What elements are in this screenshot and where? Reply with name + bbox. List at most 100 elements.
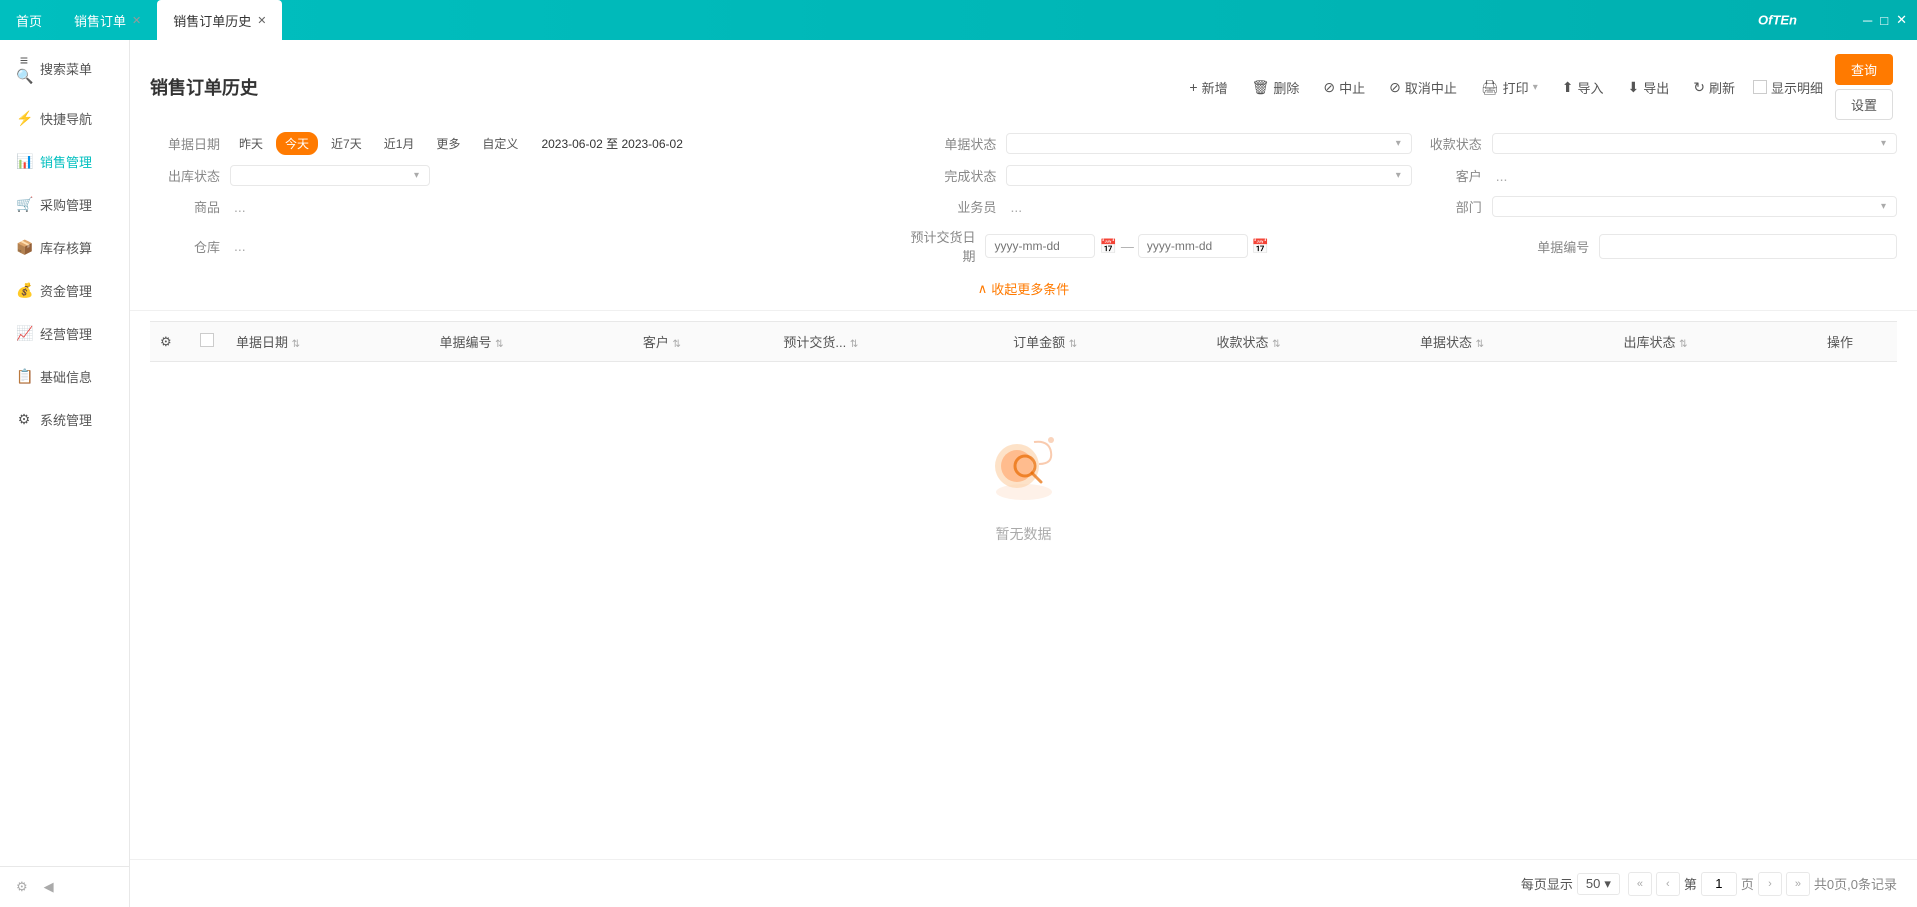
tab-sales-order-history-close[interactable]: ✕ bbox=[257, 14, 266, 27]
delivery-date-to[interactable] bbox=[1138, 234, 1248, 258]
sidebar-item-basic-info[interactable]: 📋 基础信息 bbox=[0, 355, 129, 398]
customer-filter-dots[interactable]: ... bbox=[1496, 168, 1508, 184]
display-toggle-checkbox[interactable] bbox=[1753, 80, 1767, 94]
close-btn[interactable]: ✕ bbox=[1896, 12, 1907, 28]
th-receipt-status[interactable]: 收款状态 ⇅ bbox=[1207, 322, 1410, 362]
sidebar-settings-icon[interactable]: ⚙ bbox=[16, 879, 28, 895]
receipt-status-label: 收款状态 bbox=[1412, 134, 1492, 153]
maximize-btn[interactable]: □ bbox=[1880, 13, 1888, 28]
empty-area: 暂无数据 bbox=[150, 362, 1897, 584]
page-title: 销售订单历史 bbox=[150, 74, 258, 100]
data-table: ⚙ 单据日期 ⇅ 单据编号 ⇅ bbox=[150, 321, 1897, 584]
page-last-btn[interactable]: » bbox=[1786, 872, 1810, 896]
print-arrow-icon: ▾ bbox=[1533, 82, 1538, 93]
status-select-arrow: ▾ bbox=[1396, 138, 1401, 149]
page-size-box[interactable]: 50 ▾ bbox=[1577, 873, 1620, 895]
basic-info-icon: 📋 bbox=[16, 368, 32, 385]
page-prev-btn[interactable]: ‹ bbox=[1656, 872, 1680, 896]
sidebar-collapse-icon[interactable]: ◀ bbox=[44, 879, 54, 895]
sidebar-item-quick-nav[interactable]: ⚡ 快捷导航 bbox=[0, 97, 129, 140]
delivery-date-from[interactable] bbox=[985, 234, 1095, 258]
tab-home[interactable]: 首页 bbox=[0, 0, 58, 40]
minimize-btn[interactable]: ─ bbox=[1863, 13, 1872, 28]
th-delivery-date[interactable]: 预计交货... ⇅ bbox=[773, 322, 1003, 362]
th-outbound-status[interactable]: 出库状态 ⇅ bbox=[1613, 322, 1817, 362]
search-menu-icon: ≡🔍 bbox=[16, 52, 32, 85]
page-label-pre: 第 bbox=[1684, 874, 1697, 893]
order-no-input[interactable] bbox=[1599, 234, 1897, 259]
date-label: 单据日期 bbox=[150, 134, 230, 153]
th-check[interactable] bbox=[190, 322, 226, 362]
gear-icon: ⚙ bbox=[160, 334, 172, 349]
date-btn-1month[interactable]: 近1月 bbox=[375, 132, 424, 155]
sidebar-item-sales-mgmt[interactable]: 📊 销售管理 bbox=[0, 140, 129, 183]
date-btn-more[interactable]: 更多 bbox=[427, 132, 469, 155]
filter-row-1: 单据日期 昨天 今天 近7天 近1月 更多 自定义 2023-06-02 至 2… bbox=[150, 132, 1897, 155]
export-button[interactable]: ⬇ 导出 bbox=[1621, 74, 1675, 101]
import-button[interactable]: ⬆ 导入 bbox=[1556, 74, 1610, 101]
date-btn-today[interactable]: 今天 bbox=[276, 132, 318, 155]
filter-row-4: 仓库 ... 预计交货日期 📅 — 📅 单据编号 bbox=[150, 227, 1897, 265]
warehouse-filter-dots[interactable]: ... bbox=[234, 238, 246, 254]
content-area: 销售订单历史 + 新增 🗑 删除 ⊘ 中止 ⊘ 取消中止 bbox=[130, 40, 1917, 907]
refresh-button[interactable]: ↻ 刷新 bbox=[1687, 74, 1741, 101]
calendar-icon-from[interactable]: 📅 bbox=[1099, 238, 1116, 255]
collapse-arrow-icon: ∧ bbox=[978, 281, 988, 297]
add-button[interactable]: + 新增 bbox=[1183, 74, 1233, 101]
receipt-status-select[interactable]: ▾ bbox=[1492, 133, 1897, 154]
dept-label: 部门 bbox=[1412, 197, 1492, 216]
add-icon: + bbox=[1189, 79, 1197, 95]
tab-sales-order[interactable]: 销售订单 ✕ bbox=[58, 0, 157, 40]
sort-customer-icon: ⇅ bbox=[673, 339, 681, 350]
tab-sales-order-history[interactable]: 销售订单历史 ✕ bbox=[157, 0, 282, 40]
complete-arrow: ▾ bbox=[1396, 170, 1401, 181]
calendar-icon-to[interactable]: 📅 bbox=[1252, 238, 1269, 255]
th-order-status[interactable]: 单据状态 ⇅ bbox=[1410, 322, 1613, 362]
stop-button[interactable]: ⊘ 中止 bbox=[1317, 74, 1371, 101]
delete-button[interactable]: 🗑 删除 bbox=[1246, 74, 1306, 101]
filter-area: 单据日期 昨天 今天 近7天 近1月 更多 自定义 2023-06-02 至 2… bbox=[130, 120, 1917, 311]
delivery-date-label: 预计交货日期 bbox=[905, 227, 985, 265]
page-next-btn[interactable]: › bbox=[1758, 872, 1782, 896]
date-btn-yesterday[interactable]: 昨天 bbox=[230, 132, 272, 155]
display-toggle[interactable]: 显示明细 bbox=[1753, 78, 1823, 97]
date-btn-7days[interactable]: 近7天 bbox=[322, 132, 371, 155]
th-date[interactable]: 单据日期 ⇅ bbox=[226, 322, 429, 362]
salesman-filter-dots[interactable]: ... bbox=[1010, 199, 1022, 215]
tab-sales-order-close[interactable]: ✕ bbox=[132, 14, 141, 27]
sidebar-item-inventory[interactable]: 📦 库存核算 bbox=[0, 226, 129, 269]
product-filter-dots[interactable]: ... bbox=[234, 199, 246, 215]
th-order-no[interactable]: 单据编号 ⇅ bbox=[429, 322, 632, 362]
th-gear[interactable]: ⚙ bbox=[150, 322, 190, 362]
date-btn-custom[interactable]: 自定义 bbox=[473, 132, 527, 155]
th-amount[interactable]: 订单金额 ⇅ bbox=[1003, 322, 1206, 362]
status-select[interactable]: ▾ bbox=[1006, 133, 1411, 154]
setting-button[interactable]: 设置 bbox=[1835, 89, 1893, 120]
refresh-icon: ↻ bbox=[1693, 79, 1705, 96]
sort-amount-icon: ⇅ bbox=[1069, 339, 1077, 350]
print-button[interactable]: 🖨 打印 ▾ bbox=[1475, 74, 1544, 101]
sidebar-item-operations[interactable]: 📈 经营管理 bbox=[0, 312, 129, 355]
page-input[interactable] bbox=[1701, 872, 1737, 896]
quick-nav-icon: ⚡ bbox=[16, 110, 32, 127]
dept-select[interactable]: ▾ bbox=[1492, 196, 1897, 217]
customer-label: 客户 bbox=[1412, 166, 1492, 185]
sidebar-item-sys-mgmt[interactable]: ⚙ 系统管理 bbox=[0, 398, 129, 441]
sidebar-item-finance[interactable]: 💰 资金管理 bbox=[0, 269, 129, 312]
collapse-button[interactable]: ∧ 收起更多条件 bbox=[150, 275, 1897, 302]
complete-select[interactable]: ▾ bbox=[1006, 165, 1411, 186]
complete-label: 完成状态 bbox=[926, 166, 1006, 185]
cancel-stop-button[interactable]: ⊘ 取消中止 bbox=[1383, 74, 1463, 101]
query-button[interactable]: 查询 bbox=[1835, 54, 1893, 85]
brand-text: OfTEn bbox=[1758, 13, 1797, 28]
sidebar-item-search-menu[interactable]: ≡🔍 搜索菜单 bbox=[0, 40, 129, 97]
th-customer[interactable]: 客户 ⇅ bbox=[633, 322, 774, 362]
top-bar: 首页 销售订单 ✕ 销售订单历史 ✕ OfTEn ─ □ ✕ bbox=[0, 0, 1917, 40]
query-btn-area: 查询 设置 bbox=[1835, 54, 1897, 120]
sidebar-item-purchase-mgmt[interactable]: 🛒 采购管理 bbox=[0, 183, 129, 226]
outbound-select[interactable]: ▾ bbox=[230, 165, 430, 186]
outbound-arrow: ▾ bbox=[414, 170, 419, 181]
page-first-btn[interactable]: « bbox=[1628, 872, 1652, 896]
pagination: 每页显示 50 ▾ « ‹ 第 页 › » 共0页,0条记录 bbox=[130, 859, 1917, 907]
product-label: 商品 bbox=[150, 197, 230, 216]
